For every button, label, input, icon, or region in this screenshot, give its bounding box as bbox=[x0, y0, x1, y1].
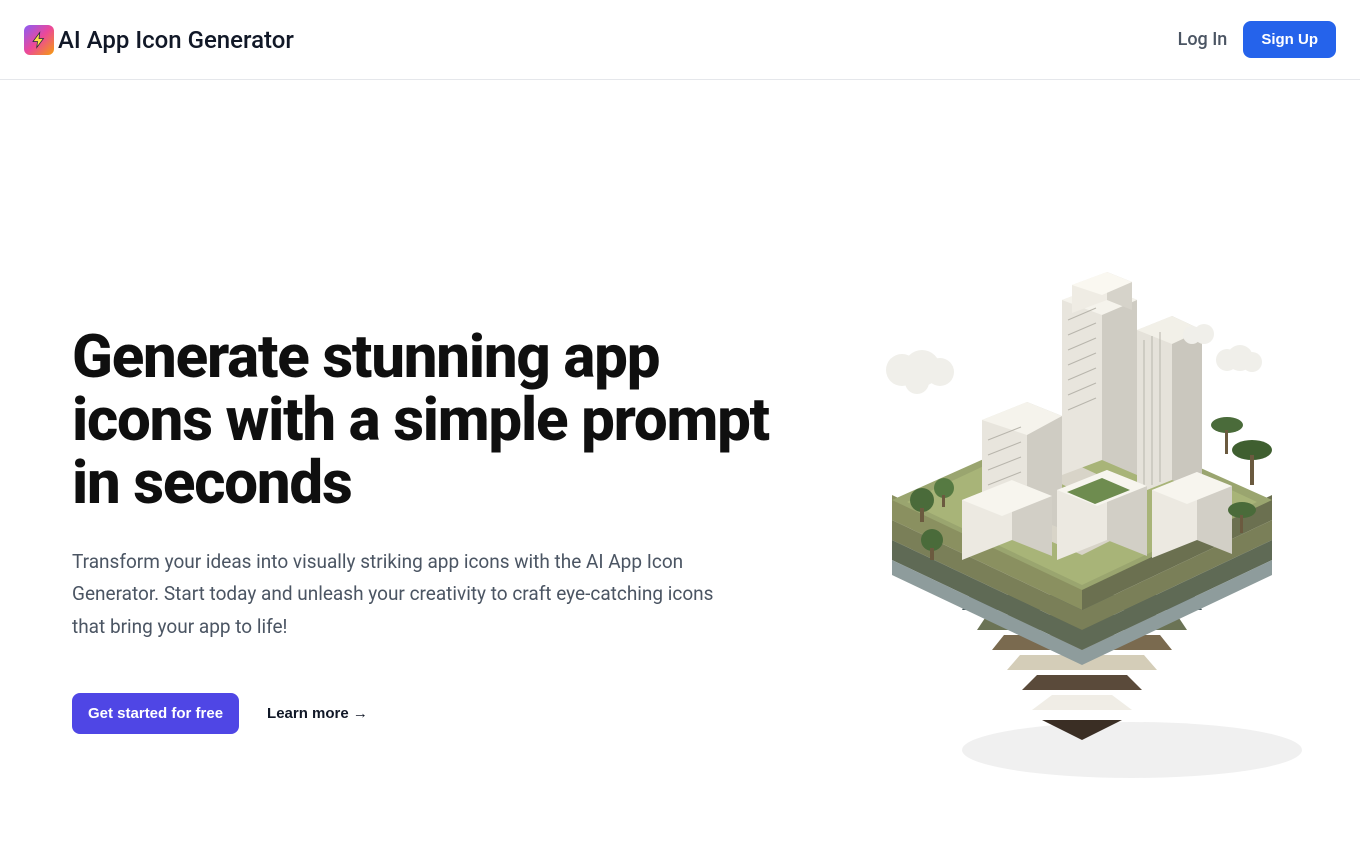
login-link[interactable]: Log In bbox=[1178, 29, 1228, 50]
hero-content: Generate stunning app icons with a simpl… bbox=[72, 265, 792, 734]
learn-more-link[interactable]: Learn more → bbox=[267, 705, 368, 722]
header-actions: Log In Sign Up bbox=[1178, 21, 1336, 58]
get-started-button[interactable]: Get started for free bbox=[72, 693, 239, 734]
lightning-icon bbox=[30, 31, 48, 49]
hero-title: Generate stunning app icons with a simpl… bbox=[72, 325, 792, 514]
hero-section: Generate stunning app icons with a simpl… bbox=[0, 80, 1360, 859]
isometric-city-illustration bbox=[832, 240, 1332, 800]
brand-name: AI App Icon Generator bbox=[58, 26, 294, 54]
logo-icon bbox=[24, 25, 54, 55]
hero-actions: Get started for free Learn more → bbox=[72, 693, 792, 734]
signup-button[interactable]: Sign Up bbox=[1243, 21, 1336, 58]
hero-image bbox=[832, 140, 1332, 859]
hero-subtitle: Transform your ideas into visually strik… bbox=[72, 546, 732, 643]
brand[interactable]: AI App Icon Generator bbox=[24, 25, 294, 55]
header: AI App Icon Generator Log In Sign Up bbox=[0, 0, 1360, 80]
